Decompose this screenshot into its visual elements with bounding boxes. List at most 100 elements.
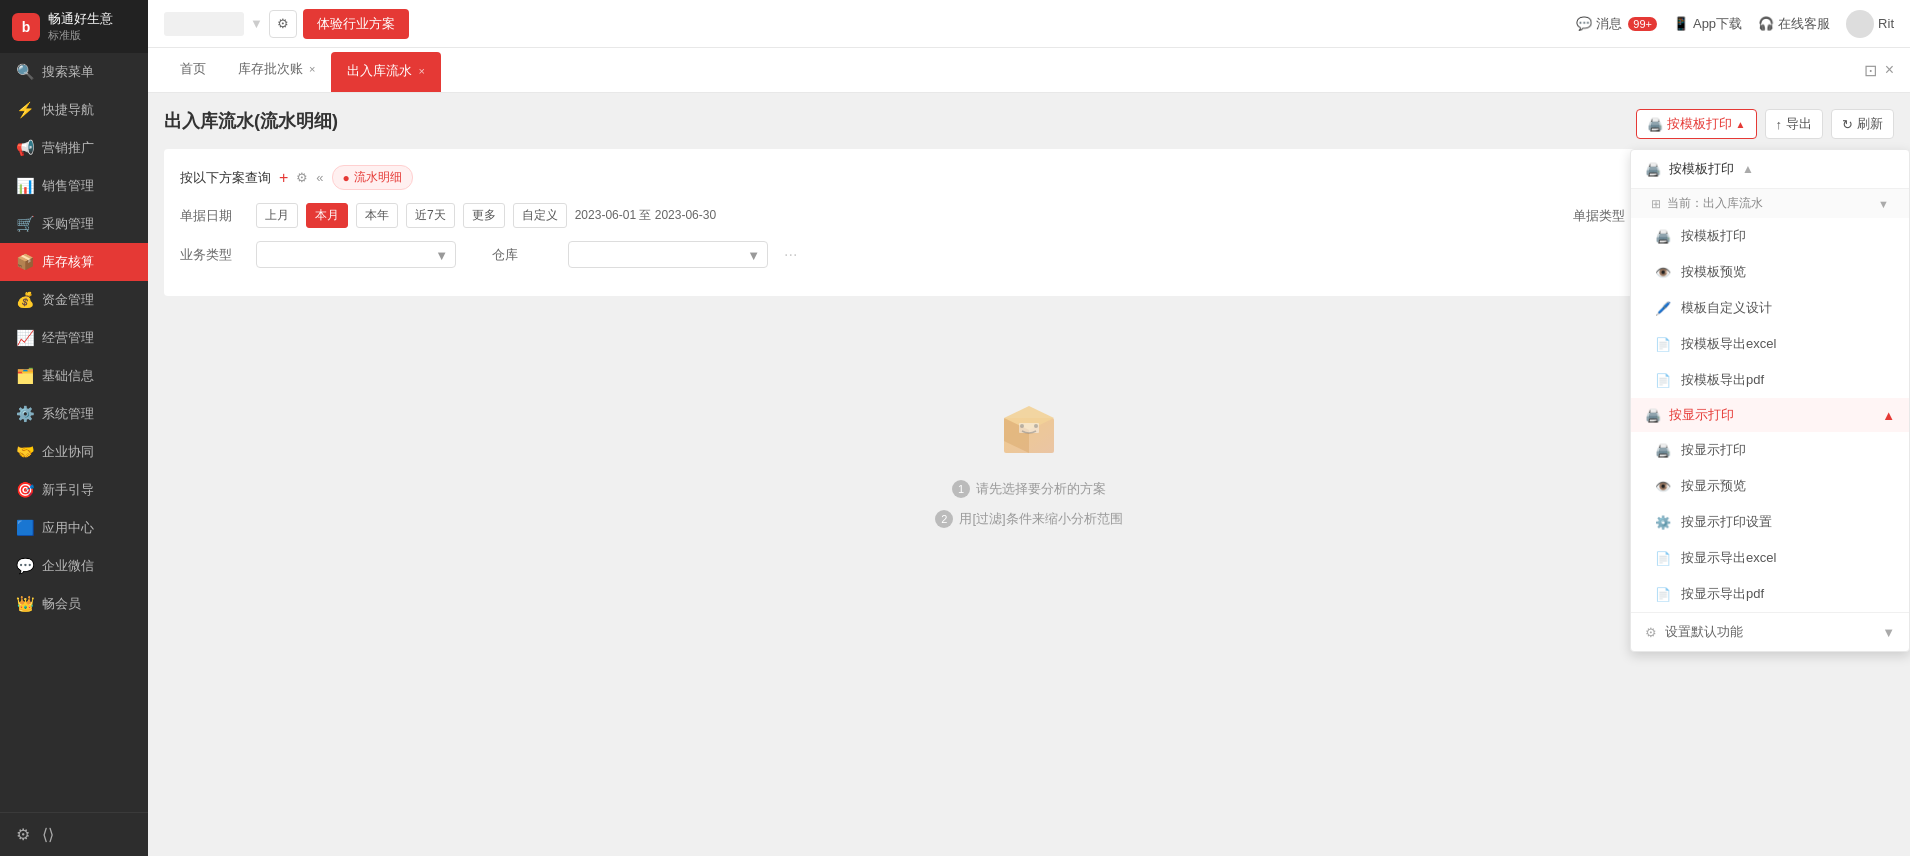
warehouse-select[interactable] (568, 241, 768, 268)
dropdown-template-pdf[interactable]: 📄 按模板导出pdf (1631, 362, 1909, 398)
messages-btn[interactable]: 💬 消息 99+ (1576, 15, 1657, 33)
sidebar-item-shortcut[interactable]: ⚡ 快捷导航 (0, 91, 148, 129)
sidebar-item-sales[interactable]: 📊 销售管理 (0, 167, 148, 205)
current-template-label: 当前：出入库流水 (1667, 195, 1763, 212)
sidebar-item-vip[interactable]: 👑 畅会员 (0, 585, 148, 623)
sidebar-item-purchase[interactable]: 🛒 采购管理 (0, 205, 148, 243)
sidebar-nav: 🔍 搜索菜单 ⚡ 快捷导航 📢 营销推广 📊 销售管理 🛒 采购管理 📦 库存核… (0, 53, 148, 812)
date-range-display: 2023-06-01 至 2023-06-30 (575, 207, 716, 224)
app-name: 畅通好生意 标准版 (48, 10, 113, 43)
date-btn-this-year[interactable]: 本年 (356, 203, 398, 228)
sidebar-item-base[interactable]: 🗂️ 基础信息 (0, 357, 148, 395)
biz-type-select[interactable] (256, 241, 456, 268)
sidebar-item-search[interactable]: 🔍 搜索菜单 (0, 53, 148, 91)
export-btn[interactable]: ↑ 导出 (1765, 109, 1824, 139)
date-btn-last-month[interactable]: 上月 (256, 203, 298, 228)
date-btn-more[interactable]: 更多 (463, 203, 505, 228)
print-dropdown-panel: 🖨️ 按模板打印 ▲ ⊞ 当前：出入库流水 ▼ 🖨️ 按模板打印 👁️ 按模板 (1630, 149, 1910, 652)
tabs-bar: 首页 库存批次账 × 出入库流水 × ⊡ × (148, 48, 1910, 93)
warehouse-more-icon[interactable]: ··· (784, 246, 797, 264)
collapse-sidebar-icon[interactable]: ⟨⟩ (42, 825, 54, 844)
empty-state-icon (989, 388, 1069, 468)
date-btn-custom[interactable]: 自定义 (513, 203, 567, 228)
search-icon: 🔍 (16, 63, 34, 81)
tab-home[interactable]: 首页 (164, 50, 222, 90)
settings-button[interactable]: ⚙ (269, 10, 297, 38)
doc-type-label: 单据类型 (1573, 207, 1633, 225)
printer2-icon: 🖨️ (1655, 229, 1671, 244)
display-print-header-icon: 🖨️ (1645, 408, 1661, 423)
svg-point-4 (1020, 424, 1024, 428)
svg-point-5 (1034, 424, 1038, 428)
preview-icon: 👁️ (1655, 265, 1671, 280)
vip-icon: 👑 (16, 595, 34, 613)
tip-num-1: 1 (952, 480, 970, 498)
dropdown-footer[interactable]: ⚙ 设置默认功能 ▼ (1631, 612, 1909, 651)
filter-header: 按以下方案查询 + ⚙ « ● 流水明细 (180, 165, 1878, 190)
message-badge: 99+ (1628, 17, 1657, 31)
sidebar-item-inventory[interactable]: 📦 库存核算 (0, 243, 148, 281)
tip-num-2: 2 (935, 510, 953, 528)
sales-icon: 📊 (16, 177, 34, 195)
date-btn-7days[interactable]: 近7天 (406, 203, 455, 228)
sidebar-item-marketing[interactable]: 📢 营销推广 (0, 129, 148, 167)
design-icon: 🖊️ (1655, 301, 1671, 316)
dropdown-template-design[interactable]: 🖊️ 模板自定义设计 (1631, 290, 1909, 326)
customer-service-btn[interactable]: 🎧 在线客服 (1758, 15, 1830, 33)
user-avatar[interactable]: Rit (1846, 10, 1894, 38)
filter-collapse-btn[interactable]: « (316, 170, 323, 185)
dropdown-template-print[interactable]: 🖨️ 按模板打印 (1631, 218, 1909, 254)
filter-date-row: 单据日期 上月 本月 本年 近7天 更多 自定义 2023-06-01 至 20… (180, 202, 1878, 229)
filter-biz-row: 业务类型 ▼ 仓库 ▼ ··· △ 收起更多条件 (180, 241, 1878, 268)
display-settings-icon: ⚙️ (1655, 515, 1671, 530)
warehouse-label: 仓库 (492, 246, 552, 264)
tab-expand-icon[interactable]: ⊡ (1864, 61, 1877, 80)
sidebar-item-guide[interactable]: 🎯 新手引导 (0, 471, 148, 509)
flash-icon: ⚡ (16, 101, 34, 119)
date-label: 单据日期 (180, 207, 240, 225)
tab-batch-ledger[interactable]: 库存批次账 × (222, 50, 331, 90)
dropdown-display-settings[interactable]: ⚙️ 按显示打印设置 (1631, 504, 1909, 540)
dropdown-template-excel[interactable]: 📄 按模板导出excel (1631, 326, 1909, 362)
filter-tag[interactable]: ● 流水明细 (332, 165, 413, 190)
app-download-btn[interactable]: 📱 App下载 (1673, 15, 1742, 33)
tab-flow[interactable]: 出入库流水 × (331, 52, 440, 92)
dropdown-display-header[interactable]: 🖨️ 按显示打印 ▲ (1631, 398, 1909, 432)
coop-icon: 🤝 (16, 443, 34, 461)
add-filter-btn[interactable]: + (279, 169, 288, 187)
current-template-arrow: ▼ (1878, 198, 1889, 210)
sidebar-item-wechat[interactable]: 💬 企业微信 (0, 547, 148, 585)
sidebar-item-apps[interactable]: 🟦 应用中心 (0, 509, 148, 547)
dropdown-template-header: 🖨️ 按模板打印 ▲ (1631, 150, 1909, 189)
dropdown-display-print[interactable]: 🖨️ 按显示打印 (1631, 432, 1909, 468)
tab-batch-ledger-close[interactable]: × (309, 63, 315, 75)
tab-close-all-icon[interactable]: × (1885, 61, 1894, 79)
sidebar: b 畅通好生意 标准版 🔍 搜索菜单 ⚡ 快捷导航 📢 营销推广 📊 销售管理 … (0, 0, 148, 856)
dropdown-display-pdf[interactable]: 📄 按显示导出pdf (1631, 576, 1909, 612)
filter-settings-btn[interactable]: ⚙ (296, 170, 308, 185)
industry-btn[interactable]: 体验行业方案 (303, 9, 409, 39)
sidebar-item-operation[interactable]: 📈 经营管理 (0, 319, 148, 357)
system-icon: ⚙️ (16, 405, 34, 423)
display-pdf-icon: 📄 (1655, 587, 1671, 602)
refresh-btn[interactable]: ↻ 刷新 (1831, 109, 1894, 139)
tab-flow-close[interactable]: × (418, 65, 424, 77)
purchase-icon: 🛒 (16, 215, 34, 233)
tab-controls: ⊡ × (1864, 61, 1894, 80)
sidebar-item-coop[interactable]: 🤝 企业协同 (0, 433, 148, 471)
empty-tip-2: 2 用[过滤]条件来缩小分析范围 (935, 510, 1122, 528)
finance-icon: 💰 (16, 291, 34, 309)
sidebar-item-system[interactable]: ⚙️ 系统管理 (0, 395, 148, 433)
sidebar-item-finance[interactable]: 💰 资金管理 (0, 281, 148, 319)
sidebar-footer: ⚙ ⟨⟩ (0, 812, 148, 856)
dropdown-display-excel[interactable]: 📄 按显示导出excel (1631, 540, 1909, 576)
refresh-icon: ↻ (1842, 117, 1853, 132)
settings-gear-icon[interactable]: ⚙ (16, 825, 30, 844)
date-btn-this-month[interactable]: 本月 (306, 203, 348, 228)
print-template-btn[interactable]: 🖨️ 按模板打印 ▲ (1636, 109, 1757, 139)
dropdown-display-preview[interactable]: 👁️ 按显示预览 (1631, 468, 1909, 504)
dropdown-template-preview[interactable]: 👁️ 按模板预览 (1631, 254, 1909, 290)
page-title: 出入库流水(流水明细) (164, 109, 1894, 133)
base-icon: 🗂️ (16, 367, 34, 385)
page-content: 出入库流水(流水明细) 🖨️ 按模板打印 ▲ ↑ 导出 ↻ 刷新 (148, 93, 1910, 856)
